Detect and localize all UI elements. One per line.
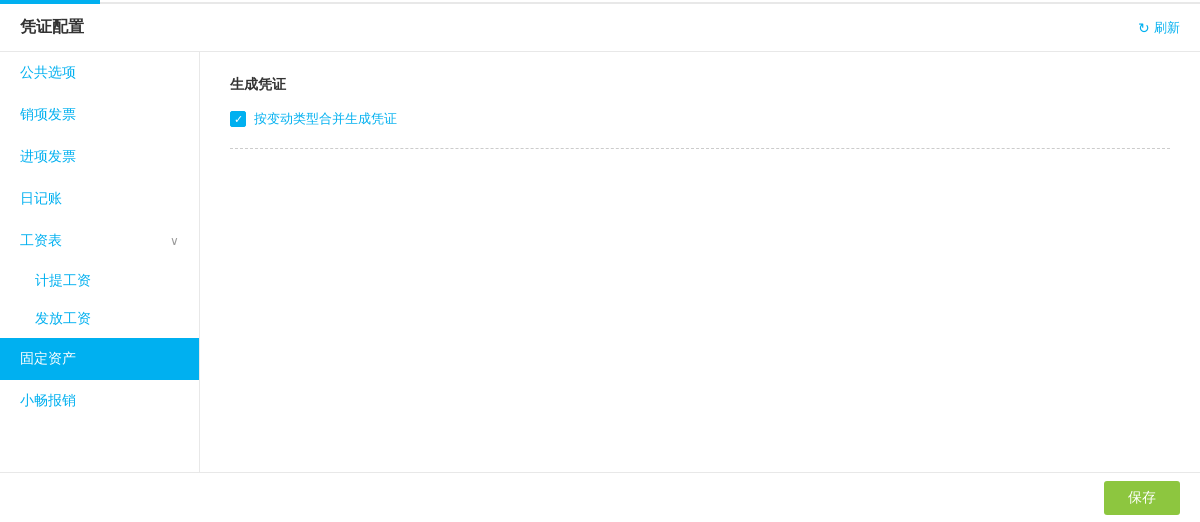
- sidebar-item-label: 固定资产: [20, 350, 76, 368]
- section-divider: [230, 148, 1170, 149]
- page-title: 凭证配置: [20, 17, 84, 38]
- merge-voucher-checkbox[interactable]: ✓: [230, 111, 246, 127]
- sidebar-sub-item-label: 发放工资: [35, 310, 91, 326]
- content-area: 生成凭证 ✓ 按变动类型合并生成凭证: [200, 52, 1200, 472]
- sidebar-item-label: 公共选项: [20, 64, 76, 82]
- sidebar-item-purchase-invoice[interactable]: 进项发票: [0, 136, 199, 178]
- sidebar-item-accrued-wages[interactable]: 计提工资: [0, 262, 199, 300]
- section-title: 生成凭证: [230, 76, 1170, 94]
- refresh-icon: ↻: [1138, 20, 1150, 36]
- main-layout: 公共选项 销项发票 进项发票 日记账 工资表 ∨ 计提工资 发放工资 固定资产 …: [0, 52, 1200, 472]
- page-footer: 保存: [0, 472, 1200, 522]
- refresh-label: 刷新: [1154, 19, 1180, 37]
- sidebar-item-label: 销项发票: [20, 106, 76, 124]
- sidebar-item-public[interactable]: 公共选项: [0, 52, 199, 94]
- sidebar-item-paid-wages[interactable]: 发放工资: [0, 300, 199, 338]
- sidebar-item-label: 日记账: [20, 190, 62, 208]
- sidebar-item-label: 工资表: [20, 232, 62, 250]
- sidebar-item-sales-invoice[interactable]: 销项发票: [0, 94, 199, 136]
- merge-voucher-label[interactable]: 按变动类型合并生成凭证: [254, 110, 397, 128]
- sidebar-item-label: 小畅报销: [20, 392, 76, 410]
- refresh-button[interactable]: ↻ 刷新: [1138, 19, 1180, 37]
- sidebar-sub-item-label: 计提工资: [35, 272, 91, 288]
- sidebar-item-journal[interactable]: 日记账: [0, 178, 199, 220]
- sidebar: 公共选项 销项发票 进项发票 日记账 工资表 ∨ 计提工资 发放工资 固定资产 …: [0, 52, 200, 472]
- checkmark-icon: ✓: [234, 114, 243, 125]
- chevron-down-icon: ∨: [170, 234, 179, 248]
- save-button[interactable]: 保存: [1104, 481, 1180, 515]
- sidebar-item-payroll-table[interactable]: 工资表 ∨: [0, 220, 199, 262]
- page-header: 凭证配置 ↻ 刷新: [0, 4, 1200, 52]
- checkbox-row: ✓ 按变动类型合并生成凭证: [230, 110, 1170, 128]
- sidebar-item-fixed-assets[interactable]: 固定资产: [0, 338, 199, 380]
- sidebar-item-label: 进项发票: [20, 148, 76, 166]
- sidebar-item-expense-report[interactable]: 小畅报销: [0, 380, 199, 422]
